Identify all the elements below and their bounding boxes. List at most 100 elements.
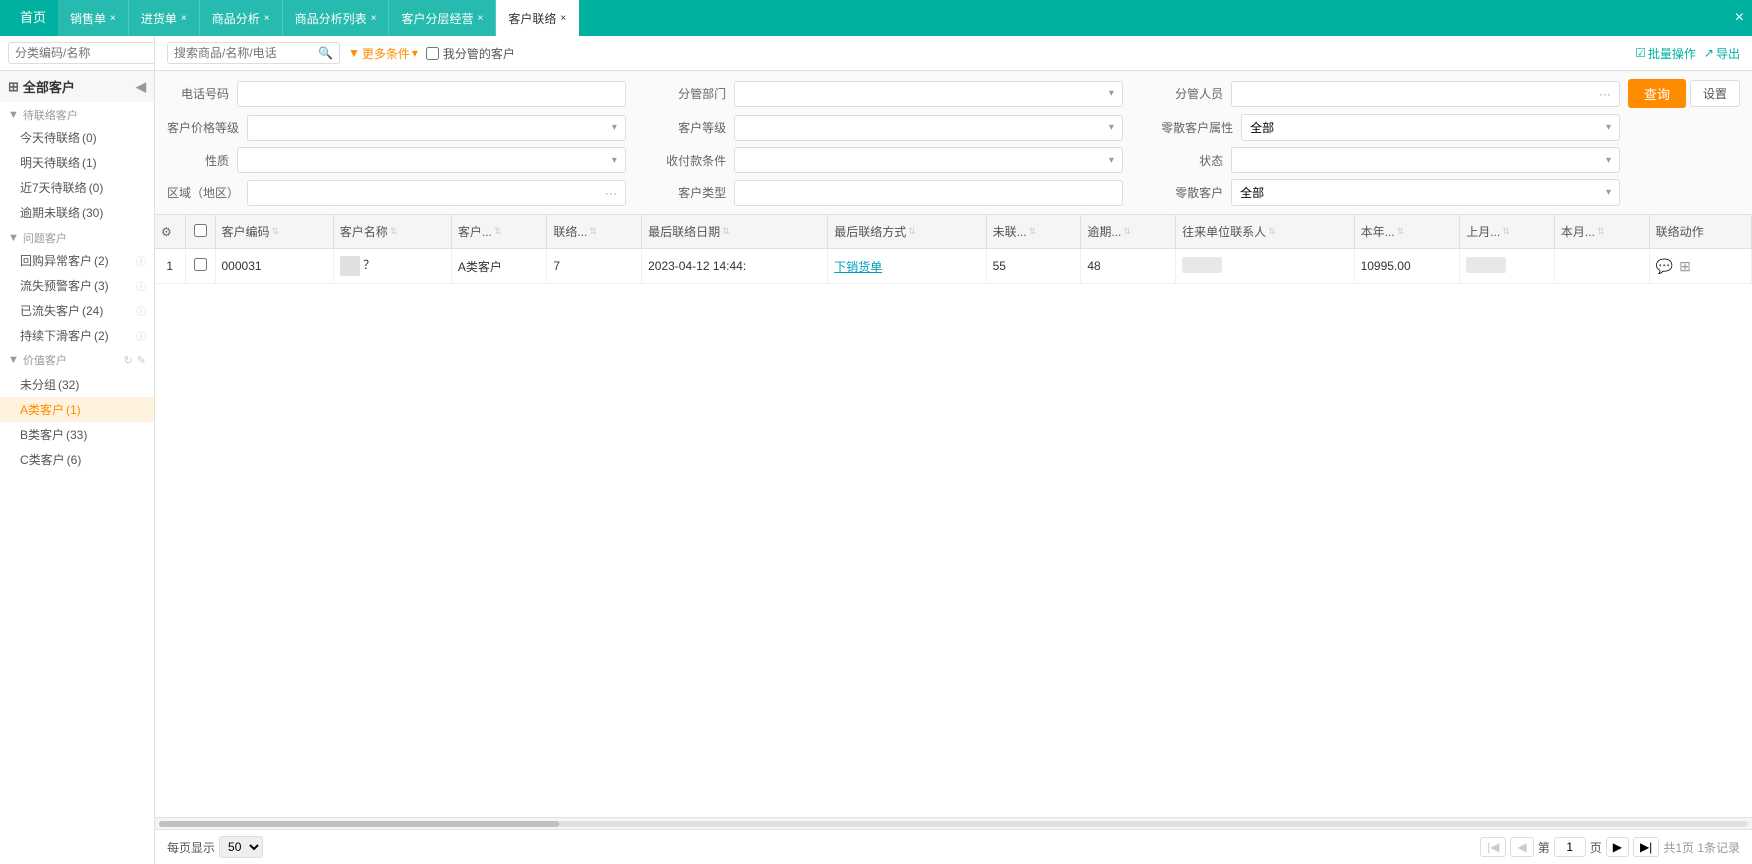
customer-level-arrow-icon: ▾ [1109, 122, 1114, 133]
row-checkbox[interactable] [185, 249, 215, 284]
prev-page-btn[interactable]: ◀ [1510, 837, 1533, 857]
nav-tab-sales[interactable]: 销售单 × [58, 0, 129, 36]
close-tab-analysis-icon[interactable]: × [264, 13, 270, 24]
nav-tab-analysis[interactable]: 商品分析 × [200, 0, 283, 36]
sidebar-item-7days-contact[interactable]: 近7天待联络 (0) [0, 175, 154, 200]
expand-arrow-problem[interactable]: ▼ [8, 232, 19, 244]
export-btn[interactable]: ↗ 导出 [1704, 45, 1740, 62]
sidebar-item-b-class[interactable]: B类客户 (33) [0, 422, 154, 447]
per-page-select[interactable]: 50 [219, 836, 263, 858]
more-filters-btn[interactable]: ▼ 更多条件 ▾ [348, 45, 418, 62]
horizontal-scrollbar[interactable] [155, 817, 1752, 829]
query-button[interactable]: 查询 [1628, 79, 1686, 108]
retail-customer-select[interactable]: 全部 ▾ [1231, 179, 1620, 206]
sidebar-item-tomorrow-contact[interactable]: 明天待联络 (1) [0, 150, 154, 175]
info-icon-churned[interactable]: ⓘ [136, 303, 146, 318]
sidebar-item-churn-warning[interactable]: 流失预警客户 (3) ⓘ [0, 273, 154, 298]
nav-home[interactable]: 首页 [8, 0, 58, 36]
my-customers-check[interactable] [426, 47, 439, 60]
sort-last-month-icon[interactable]: ⇅ [1502, 226, 1510, 237]
filter-retail-customer: 零散客户 全部 ▾ [1161, 179, 1620, 206]
sort-not-contacted-icon[interactable]: ⇅ [1029, 226, 1037, 237]
collapse-sidebar-icon[interactable]: ◀ [136, 79, 146, 95]
customer-level-select[interactable]: ▾ [734, 115, 1123, 141]
action-icon-2[interactable]: ⊞ [1679, 258, 1691, 275]
close-tab-sales-icon[interactable]: × [110, 13, 116, 24]
nav-tab-analysis-list[interactable]: 商品分析列表 × [283, 0, 390, 36]
action-icon-1[interactable]: 💬 [1656, 258, 1673, 275]
sort-contacts-icon[interactable]: ⇅ [1268, 226, 1276, 237]
close-tab-purchase-icon[interactable]: × [181, 13, 187, 24]
manager-input[interactable]: ··· [1231, 81, 1620, 107]
nav-tab-customer-contact[interactable]: 客户联络 × [496, 0, 579, 36]
extended-filter: 电话号码 分管部门 ▾ 分管人员 ··· [155, 71, 1752, 215]
table-col-name: 客户名称 ⇅ [333, 215, 451, 249]
settings-button[interactable]: 设置 [1690, 80, 1740, 107]
last-page-btn[interactable]: ▶| [1633, 837, 1659, 857]
sort-this-year-icon[interactable]: ⇅ [1397, 226, 1405, 237]
row-last-contact-method[interactable]: 下销货单 [828, 249, 986, 284]
sidebar-item-churned[interactable]: 已流失客户 (24) ⓘ [0, 298, 154, 323]
region-input[interactable]: ··· [247, 180, 626, 206]
sort-name-icon[interactable]: ⇅ [390, 226, 398, 237]
next-page-btn[interactable]: ▶ [1606, 837, 1629, 857]
customer-type-input[interactable] [734, 180, 1123, 206]
table-col-level: 客户... ⇅ [451, 215, 547, 249]
sidebar-item-a-class[interactable]: A类客户 (1) [0, 397, 154, 422]
close-all-tabs-icon[interactable]: × [1735, 9, 1744, 27]
first-page-btn[interactable]: |◀ [1480, 837, 1506, 857]
price-level-select[interactable]: ▾ [247, 115, 626, 141]
info-icon-repurchase[interactable]: ⓘ [136, 253, 146, 268]
payment-select[interactable]: ▾ [734, 147, 1123, 173]
page-input[interactable] [1554, 837, 1586, 857]
sort-last-date-icon[interactable]: ⇅ [722, 226, 730, 237]
batch-ops-area: ☑ 批量操作 ↗ 导出 [1635, 45, 1740, 62]
sidebar-item-today-contact[interactable]: 今天待联络 (0) [0, 125, 154, 150]
region-dots-icon: ··· [605, 186, 617, 200]
table-col-settings[interactable]: ⚙ [155, 215, 185, 249]
sidebar-item-c-class[interactable]: C类客户 (6) [0, 447, 154, 472]
expand-arrow-value[interactable]: ▼ [8, 354, 19, 366]
sort-level-icon[interactable]: ⇅ [494, 226, 502, 237]
select-all-checkbox[interactable] [194, 224, 207, 237]
sidebar-item-unclassified[interactable]: 未分组 (32) [0, 372, 154, 397]
nav-tab-purchase[interactable]: 进货单 × [129, 0, 200, 36]
main-search-icon[interactable]: 🔍 [318, 46, 333, 60]
sort-code-icon[interactable]: ⇅ [272, 226, 280, 237]
filter-retail-attr: 零散客户属性 全部 ▾ [1161, 114, 1620, 141]
sidebar-item-declining[interactable]: 持续下滑客户 (2) ⓘ [0, 323, 154, 348]
row-select-checkbox[interactable] [194, 258, 207, 271]
expand-arrow-pending[interactable]: ▼ [8, 109, 19, 121]
my-customers-checkbox[interactable]: 我分管的客户 [426, 45, 515, 62]
data-table: ⚙ 客户编码 ⇅ 客户名称 [155, 215, 1752, 284]
grid-icon: ⊞ [8, 79, 19, 95]
batch-ops-btn[interactable]: ☑ 批量操作 [1635, 45, 1696, 62]
status-select[interactable]: ▾ [1231, 147, 1620, 173]
sort-overdue-icon[interactable]: ⇅ [1123, 226, 1131, 237]
close-tab-contact-icon[interactable]: × [560, 13, 566, 24]
sidebar-item-overdue-contact[interactable]: 逾期未联络 (30) [0, 200, 154, 225]
sidebar-item-repurchase-abnormal[interactable]: 回购异常客户 (2) ⓘ [0, 248, 154, 273]
close-tab-segment-icon[interactable]: × [477, 13, 483, 24]
sort-contact-count-icon[interactable]: ⇅ [589, 226, 597, 237]
close-tab-analysis-list-icon[interactable]: × [371, 13, 377, 24]
pagination-bar: 每页显示 50 |◀ ◀ 第 页 ▶ ▶| 共1页 1条记录 [155, 829, 1752, 864]
department-select[interactable]: ▾ [734, 81, 1123, 107]
sidebar-search-input[interactable] [8, 42, 155, 64]
retail-attr-select[interactable]: 全部 ▾ [1241, 114, 1620, 141]
filter-customer-type: 客户类型 [664, 180, 1123, 206]
phone-input[interactable] [237, 81, 626, 107]
sort-last-method-icon[interactable]: ⇅ [908, 226, 916, 237]
gender-select[interactable]: ▾ [237, 147, 626, 173]
sort-this-month-icon[interactable]: ⇅ [1597, 226, 1605, 237]
nav-tab-customer-segment[interactable]: 客户分层经营 × [389, 0, 496, 36]
scrollbar-thumb[interactable] [159, 821, 559, 827]
table-col-checkbox[interactable] [185, 215, 215, 249]
sidebar-all-customers[interactable]: ⊞ 全部客户 ◀ [0, 71, 154, 102]
info-icon-declining[interactable]: ⓘ [136, 328, 146, 343]
refresh-icon[interactable]: ↻ [124, 354, 133, 367]
sidebar-search-area: 🔍 [0, 36, 154, 71]
edit-icon[interactable]: ✎ [137, 354, 146, 367]
main-search-input[interactable] [174, 46, 314, 60]
info-icon-churn[interactable]: ⓘ [136, 278, 146, 293]
